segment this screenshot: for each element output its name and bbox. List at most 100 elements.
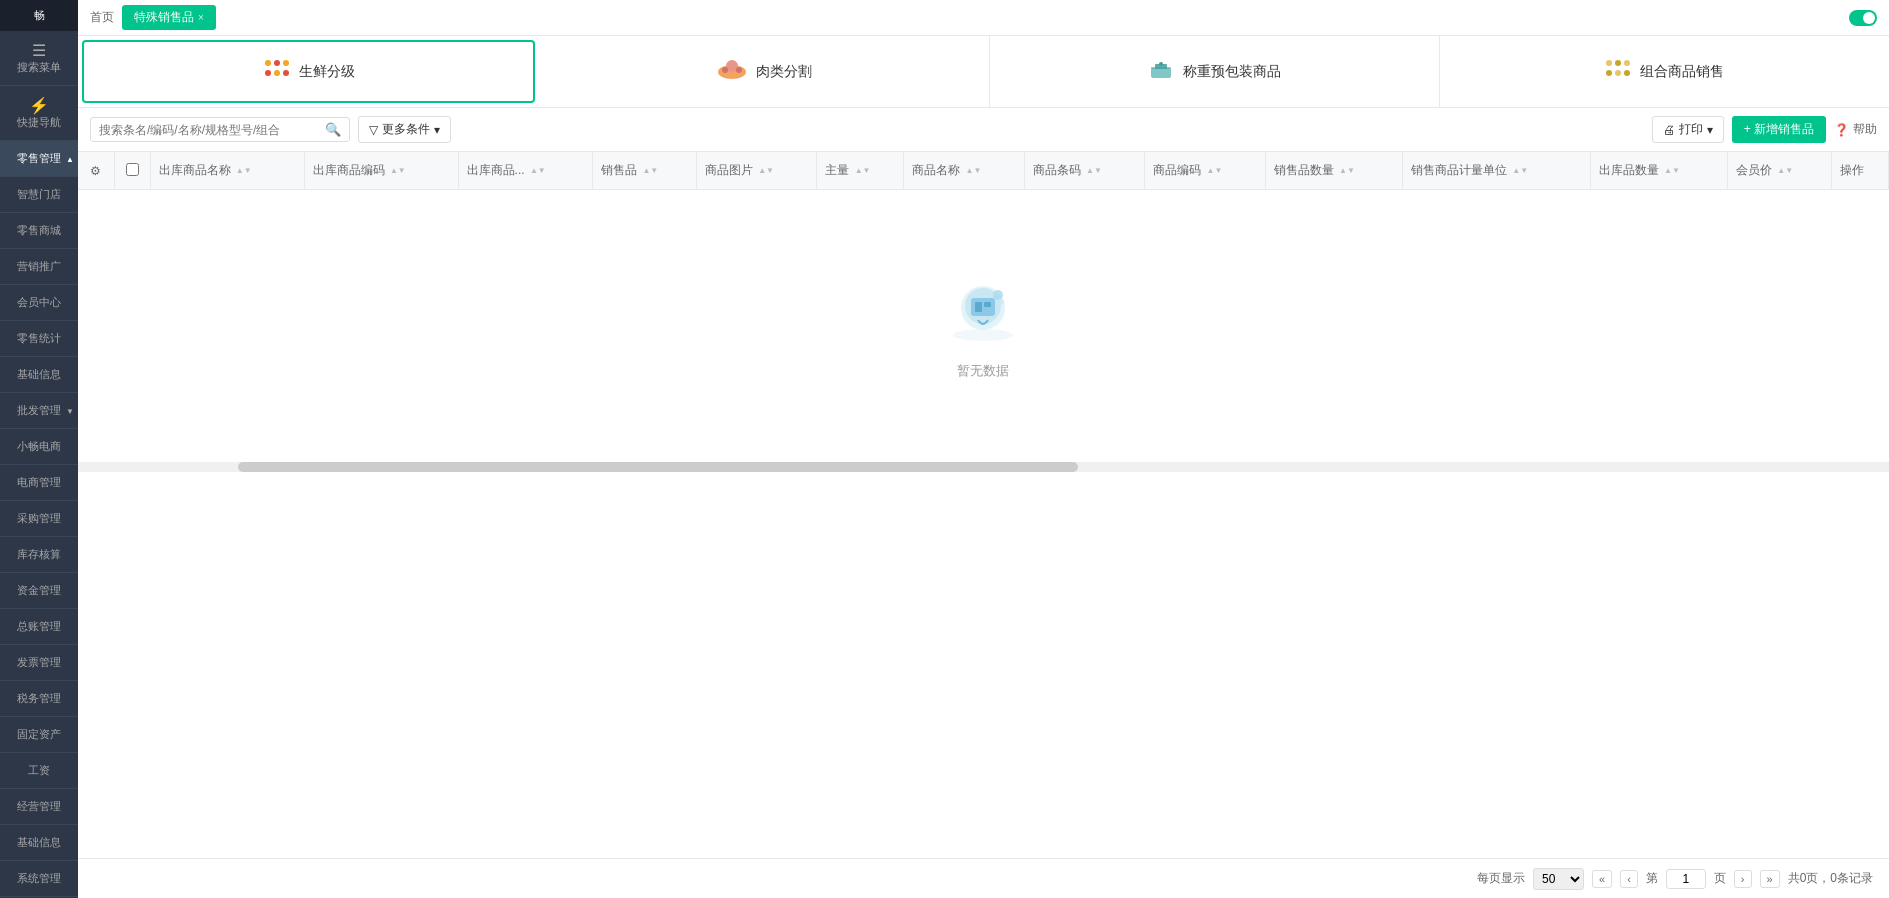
sidebar-item-invoice-mgmt[interactable]: 发票管理 <box>0 645 78 681</box>
combo-sales-label: 组合商品销售 <box>1640 63 1724 81</box>
weight-pack-label: 称重预包装商品 <box>1183 63 1281 81</box>
per-page-select[interactable]: 50 10 20 100 <box>1533 868 1584 890</box>
sort-arrows-sales-unit: ▲▼ <box>1512 167 1528 175</box>
th-barcode[interactable]: 商品条码 ▲▼ <box>1024 152 1145 190</box>
select-all-checkbox[interactable] <box>126 163 139 176</box>
th-sales-item[interactable]: 销售品 ▲▼ <box>593 152 697 190</box>
sort-arrows-out-name: ▲▼ <box>236 167 252 175</box>
first-page-button[interactable]: « <box>1592 870 1612 888</box>
empty-state-row: 暂无数据 <box>78 190 1889 461</box>
sidebar-item-sys-mgmt[interactable]: 系统管理 <box>0 861 78 897</box>
sidebar-item-fixed-assets[interactable]: 固定资产 <box>0 717 78 753</box>
th-check[interactable] <box>114 152 150 190</box>
th-out-spec[interactable]: 出库商品... ▲▼ <box>458 152 593 190</box>
sidebar-item-basic-info2[interactable]: 基础信息 <box>0 825 78 861</box>
print-label: 打印 <box>1679 121 1703 138</box>
svg-point-4 <box>274 70 280 76</box>
sort-arrows-product-code: ▲▼ <box>1207 167 1223 175</box>
sidebar-item-quick-nav[interactable]: ⚡ 快捷导航 <box>0 86 78 141</box>
search-input[interactable] <box>99 123 325 137</box>
sidebar-item-payroll[interactable]: 工资 <box>0 753 78 789</box>
th-sales-qty[interactable]: 销售品数量 ▲▼ <box>1265 152 1402 190</box>
svg-point-17 <box>1606 70 1612 76</box>
sidebar-item-purchase-mgmt[interactable]: 采购管理 <box>0 501 78 537</box>
svg-rect-10 <box>1151 68 1171 78</box>
last-page-button[interactable]: » <box>1760 870 1780 888</box>
sidebar-item-search-menu[interactable]: ☰ 搜索菜单 <box>0 31 78 86</box>
svg-point-18 <box>1615 70 1621 76</box>
sidebar-item-mini-ecom[interactable]: 小畅电商 <box>0 429 78 465</box>
th-out-qty[interactable]: 出库品数量 ▲▼ <box>1590 152 1727 190</box>
svg-point-16 <box>1624 60 1630 66</box>
prev-page-button[interactable]: ‹ <box>1620 870 1638 888</box>
sidebar-item-ecom-mgmt[interactable]: 电商管理 <box>0 465 78 501</box>
th-product-code[interactable]: 商品编码 ▲▼ <box>1145 152 1266 190</box>
svg-point-15 <box>1615 60 1621 66</box>
cat-tab-weight-pack[interactable]: 称重预包装商品 <box>990 36 1440 107</box>
gear-icon[interactable]: ⚙ <box>90 164 101 178</box>
svg-point-8 <box>722 67 728 73</box>
print-button[interactable]: 🖨 打印 ▾ <box>1652 116 1724 143</box>
sidebar-item-ops-mgmt[interactable]: 经营管理 <box>0 789 78 825</box>
tab-close-icon[interactable]: × <box>198 12 204 23</box>
svg-point-12 <box>1159 62 1163 66</box>
data-table: ⚙ 出库商品名称 ▲▼ 出库商品编码 ▲▼ <box>78 152 1889 460</box>
sort-arrows-weight: ▲▼ <box>855 167 871 175</box>
page-number-input[interactable] <box>1666 869 1706 889</box>
new-sales-item-button[interactable]: + 新增销售品 <box>1732 116 1826 143</box>
sort-arrows-sales-qty: ▲▼ <box>1339 167 1355 175</box>
sidebar-item-sales-promo[interactable]: 营销推广 <box>0 249 78 285</box>
search-icon[interactable]: 🔍 <box>325 122 341 137</box>
th-out-name[interactable]: 出库商品名称 ▲▼ <box>150 152 304 190</box>
svg-point-3 <box>265 70 271 76</box>
sidebar-item-member-center[interactable]: 会员中心 <box>0 285 78 321</box>
total-label: 共0页，0条记录 <box>1788 870 1873 887</box>
th-member-price[interactable]: 会员价 ▲▼ <box>1727 152 1831 190</box>
svg-point-1 <box>274 60 280 66</box>
scrollbar-thumb[interactable] <box>238 462 1078 472</box>
sidebar-item-tax-mgmt[interactable]: 税务管理 <box>0 681 78 717</box>
help-button[interactable]: ❓ 帮助 <box>1834 121 1877 138</box>
search-box[interactable]: 🔍 <box>90 117 350 142</box>
sidebar-item-general-ledger[interactable]: 总账管理 <box>0 609 78 645</box>
sidebar-item-retail-mall[interactable]: 零售商城 <box>0 213 78 249</box>
topbar-home[interactable]: 首页 <box>90 9 114 26</box>
sidebar-item-retail-stats[interactable]: 零售统计 <box>0 321 78 357</box>
sidebar-item-finance[interactable]: 资金管理 <box>0 573 78 609</box>
horizontal-scrollbar[interactable] <box>78 462 1889 472</box>
page-area: 生鲜分级 肉类分割 <box>78 36 1889 898</box>
th-out-code[interactable]: 出库商品编码 ▲▼ <box>304 152 458 190</box>
sort-arrows-out-spec: ▲▼ <box>530 167 546 175</box>
svg-point-27 <box>998 299 1004 305</box>
cat-tab-combo-sales[interactable]: 组合商品销售 <box>1440 36 1889 107</box>
svg-point-14 <box>1606 60 1612 66</box>
cat-tab-fresh-grade[interactable]: 生鲜分级 <box>82 40 535 103</box>
help-icon: ❓ <box>1834 123 1849 137</box>
th-weight[interactable]: 主量 ▲▼ <box>817 152 904 190</box>
svg-point-19 <box>1624 70 1630 76</box>
svg-point-20 <box>953 329 1013 341</box>
table-header-row: ⚙ 出库商品名称 ▲▼ 出库商品编码 ▲▼ <box>78 152 1889 190</box>
sort-arrows-out-qty: ▲▼ <box>1664 167 1680 175</box>
sidebar-logo: 畅 <box>0 0 78 31</box>
sort-arrows-barcode: ▲▼ <box>1086 167 1102 175</box>
sidebar-item-inventory[interactable]: 库存核算 <box>0 537 78 573</box>
sidebar-item-basic-info[interactable]: 基础信息 <box>0 357 78 393</box>
topbar-active-tab[interactable]: 特殊销售品 × <box>122 5 216 30</box>
sidebar-item-wholesale-mgmt[interactable]: 批发管理 <box>0 393 78 429</box>
svg-rect-23 <box>971 298 995 316</box>
th-gear[interactable]: ⚙ <box>78 152 114 190</box>
print-arrow-icon: ▾ <box>1707 123 1713 137</box>
filter-button[interactable]: ▽ 更多条件 ▾ <box>358 116 451 143</box>
th-sales-unit[interactable]: 销售商品计量单位 ▲▼ <box>1403 152 1591 190</box>
th-product-name[interactable]: 商品名称 ▲▼ <box>904 152 1025 190</box>
sort-arrows-member-price: ▲▼ <box>1777 167 1793 175</box>
meat-cut-icon <box>716 58 748 86</box>
next-page-button[interactable]: › <box>1734 870 1752 888</box>
sidebar-item-smart-store[interactable]: 智慧门店 <box>0 177 78 213</box>
sidebar-item-retail-mgmt[interactable]: 零售管理 <box>0 141 78 177</box>
th-product-img[interactable]: 商品图片 ▲▼ <box>696 152 817 190</box>
cat-tab-meat-cut[interactable]: 肉类分割 <box>539 36 989 107</box>
toggle-button[interactable] <box>1849 10 1877 26</box>
category-tabs: 生鲜分级 肉类分割 <box>78 36 1889 108</box>
